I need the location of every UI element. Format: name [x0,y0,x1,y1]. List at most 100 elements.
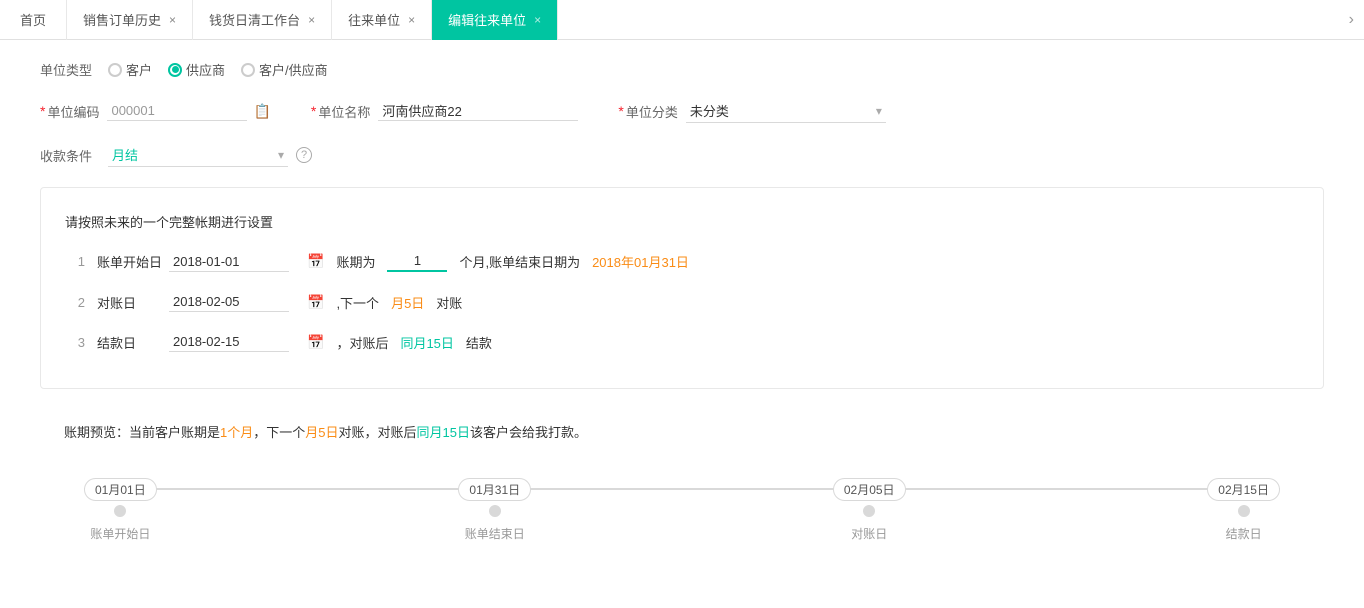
timeline-tag-0: 01月01日 [84,478,157,501]
unit-category-star: * [618,103,623,119]
preview-period: 1个月 [220,425,253,440]
timeline-dot-0 [114,505,126,517]
billing-start-calendar-icon[interactable]: 📅 [307,253,324,270]
tab-cash-daily-close[interactable]: × [308,13,315,27]
tab-sales-history-label: 销售订单历史 [83,10,161,29]
row-2-suffix: 对账 [436,293,462,312]
tab-edit-partner[interactable]: 编辑往来单位 × [432,0,558,40]
row-2-highlight: 月5日 [391,293,424,312]
timeline-node-2: 02月05日 对账日 [833,478,906,542]
unit-info-row: * 单位编码 📋 * 单位名称 * 单位分类 未分类 ▾ [40,99,1324,123]
timeline-dot-1 [489,505,501,517]
row-3-type: 结款日 [97,333,157,352]
payment-condition-dropdown[interactable]: 月结 ▾ [108,143,288,167]
unit-name-field: * 单位名称 [311,101,578,121]
preview-date1: 月5日 [305,425,338,440]
timeline-node-0: 01月01日 账单开始日 [84,478,157,542]
tab-sales-history-close[interactable]: × [169,13,176,27]
unit-name-star: * [311,103,316,119]
row-1-end-date: 2018年01月31日 [592,252,689,271]
radio-supplier[interactable]: 供应商 [168,60,225,79]
timeline-dot-3 [1238,505,1250,517]
payment-date-row: 3 结款日 📅 ，对账后 同月15日 结款 [65,332,1299,352]
row-3-number: 3 [65,335,85,350]
tab-cash-daily-label: 钱货日清工作台 [209,10,300,29]
unit-category-field: * 单位分类 未分类 ▾ [618,99,885,123]
row-1-type: 账单开始日 [97,252,157,271]
tab-edit-partner-label: 编辑往来单位 [448,10,526,29]
radio-customer-label: 客户 [126,60,152,79]
row-3-suffix: 结款 [466,333,492,352]
radio-both-label: 客户/供应商 [259,60,328,79]
payment-condition-row: 收款条件 月结 ▾ ? [40,143,1324,167]
unit-type-row: 单位类型 客户 供应商 客户/供应商 [40,60,1324,79]
unit-category-dropdown[interactable]: 未分类 ▾ [686,99,886,123]
preview-date2: 同月15日 [417,425,470,440]
unit-code-field: * 单位编码 📋 [40,101,271,121]
row-1-period-label: 账期为 [336,252,375,271]
tab-home[interactable]: 首页 [0,0,67,40]
radio-customer-circle [108,63,122,77]
timeline-label-1: 账单结束日 [465,525,525,542]
tab-overflow-arrow[interactable]: › [1339,11,1364,29]
main-content: 单位类型 客户 供应商 客户/供应商 * 单位编码 📋 * 单位名称 [0,40,1364,608]
row-1-number: 1 [65,254,85,269]
tab-partner-label: 往来单位 [348,10,400,29]
payment-date-input[interactable] [169,332,289,352]
unit-type-label: 单位类型 [40,60,92,79]
unit-code-input[interactable] [107,101,247,121]
unit-type-radio-group: 客户 供应商 客户/供应商 [108,60,328,79]
timeline-tag-3: 02月15日 [1207,478,1280,501]
row-1-period-unit: 个月,账单结束日期为 [459,252,580,271]
preview-prefix: 账期预览：当前客户账期是 [64,425,220,440]
reconciliation-calendar-icon[interactable]: 📅 [307,294,324,311]
tab-bar: 首页 销售订单历史 × 钱货日清工作台 × 往来单位 × 编辑往来单位 × › [0,0,1364,40]
radio-both[interactable]: 客户/供应商 [241,60,328,79]
radio-supplier-label: 供应商 [186,60,225,79]
radio-customer[interactable]: 客户 [108,60,152,79]
radio-supplier-circle [168,63,182,77]
billing-start-date-input[interactable] [169,252,289,272]
preview-middle2: 对账，对账后 [339,425,417,440]
unit-code-copy-icon[interactable]: 📋 [253,103,270,120]
timeline-node-3: 02月15日 结款日 [1207,478,1280,542]
timeline-label-2: 对账日 [851,525,887,542]
payment-condition-value: 月结 [112,145,274,164]
row-2-prefix: ,下一个 [336,293,379,312]
row-2-type: 对账日 [97,293,157,312]
row-2-number: 2 [65,295,85,310]
radio-both-circle [241,63,255,77]
period-months-input[interactable] [387,251,447,272]
billing-start-row: 1 账单开始日 📅 账期为 个月,账单结束日期为 2018年01月31日 [65,251,1299,272]
payment-condition-help-icon[interactable]: ? [296,147,312,163]
unit-category-label: 单位分类 [626,102,678,121]
unit-name-input[interactable] [378,101,578,121]
timeline-label-0: 账单开始日 [90,525,150,542]
payment-condition-arrow: ▾ [278,148,284,162]
tab-partner-close[interactable]: × [408,13,415,27]
unit-category-value: 未分类 [690,101,872,120]
unit-name-label: 单位名称 [318,102,370,121]
period-settings-card: 请按照未来的一个完整帐期进行设置 1 账单开始日 📅 账期为 个月,账单结束日期… [40,187,1324,389]
tab-edit-partner-close[interactable]: × [534,13,541,27]
unit-code-label: 单位编码 [47,102,99,121]
tab-sales-history[interactable]: 销售订单历史 × [67,0,193,40]
tab-cash-daily[interactable]: 钱货日清工作台 × [193,0,332,40]
payment-condition-label: 收款条件 [40,146,92,165]
tab-partner[interactable]: 往来单位 × [332,0,432,40]
unit-code-star: * [40,103,45,119]
preview-middle1: ，下一个 [253,425,305,440]
unit-category-arrow: ▾ [876,104,882,118]
row-3-highlight: 同月15日 [400,333,453,352]
timeline-tag-2: 02月05日 [833,478,906,501]
preview-suffix: 该客户会给我打款。 [470,425,587,440]
reconciliation-row: 2 对账日 📅 ,下一个 月5日 对账 [65,292,1299,312]
timeline-node-1: 01月31日 账单结束日 [458,478,531,542]
timeline-label-3: 结款日 [1226,525,1262,542]
payment-date-calendar-icon[interactable]: 📅 [307,334,324,351]
preview-text: 账期预览：当前客户账期是1个月，下一个月5日对账，对账后同月15日该客户会给我打… [64,421,1300,444]
card-title: 请按照未来的一个完整帐期进行设置 [65,212,1299,231]
tab-home-label: 首页 [20,10,46,29]
reconciliation-date-input[interactable] [169,292,289,312]
timeline-nodes: 01月01日 账单开始日 01月31日 账单结束日 02月05日 对账日 02月… [84,478,1280,542]
